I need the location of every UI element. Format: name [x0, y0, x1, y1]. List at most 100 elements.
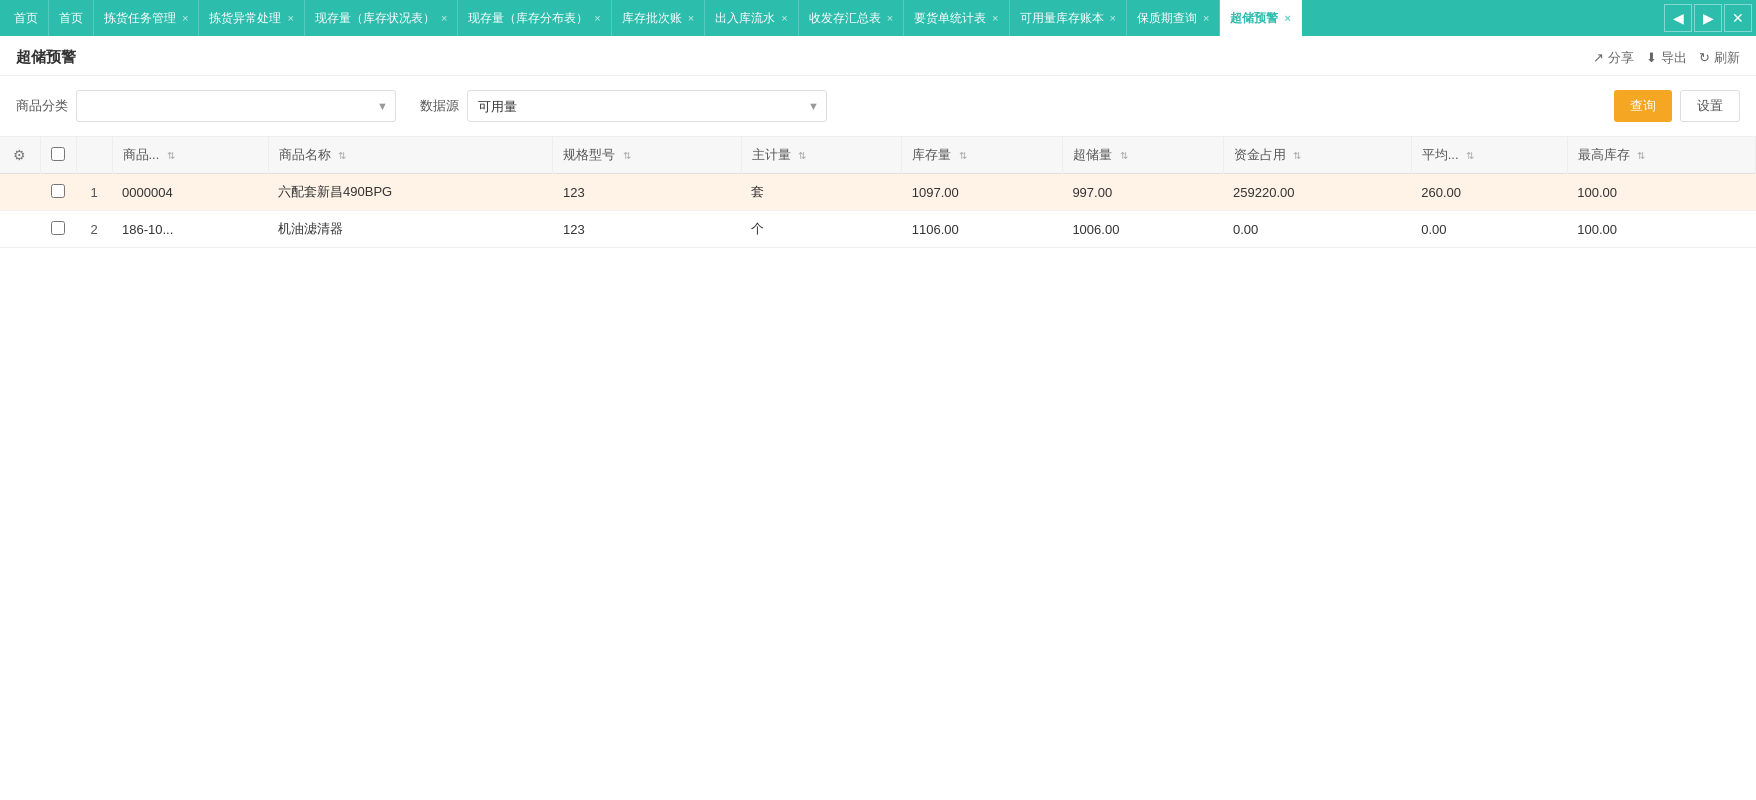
select-all-checkbox[interactable] [51, 147, 65, 161]
nav-prev-button[interactable]: ◀ [1664, 4, 1692, 32]
tab-order-stats[interactable]: 要货单统计表× [904, 0, 1009, 36]
sort-avg-icon: ⇅ [1466, 150, 1474, 161]
th-inventory[interactable]: 库存量 ⇅ [902, 137, 1063, 174]
tab-close-inout-flow[interactable]: × [781, 12, 787, 24]
page-container: 超储预警 ↗ 分享 ⬇ 导出 ↻ 刷新 商品分类 ▼ [0, 36, 1756, 800]
page-title: 超储预警 [16, 48, 76, 67]
column-settings-icon[interactable]: ⚙ [13, 147, 26, 163]
refresh-icon: ↻ [1699, 50, 1710, 65]
tab-expiry-check[interactable]: 保质期查询× [1127, 0, 1220, 36]
sort-unit-icon: ⇅ [798, 150, 806, 161]
tab-label-home: 首页 [59, 10, 83, 27]
page-actions: ↗ 分享 ⬇ 导出 ↻ 刷新 [1593, 49, 1740, 67]
tab-close-inventory-dist[interactable]: × [594, 12, 600, 24]
refresh-button[interactable]: ↻ 刷新 [1699, 49, 1740, 67]
row-overstock-0: 997.00 [1062, 174, 1223, 211]
tab-close-order-stats[interactable]: × [992, 12, 998, 24]
row-num-1: 2 [76, 211, 112, 248]
th-capital[interactable]: 资金占用 ⇅ [1223, 137, 1411, 174]
row-inventory-1: 1106.00 [902, 211, 1063, 248]
th-max-inventory-label: 最高库存 [1578, 147, 1630, 162]
query-button[interactable]: 查询 [1614, 90, 1672, 122]
sort-product-name-icon: ⇅ [338, 150, 346, 161]
tab-close-expiry-check[interactable]: × [1203, 12, 1209, 24]
tab-inout-flow[interactable]: 出入库流水 × [705, 0, 798, 36]
row-unit-0: 套 [741, 174, 902, 211]
th-settings: ⚙ [0, 137, 40, 174]
tab-close-batch-account[interactable]: × [688, 12, 694, 24]
row-checkbox-cell[interactable] [40, 174, 76, 211]
th-unit-label: 主计量 [752, 147, 791, 162]
tab-close-available-account[interactable]: × [1110, 12, 1116, 24]
tab-task-mgmt[interactable]: 拣货任务管理× [94, 0, 199, 36]
tab-label-collect-summary: 收发存汇总表 [809, 10, 881, 27]
export-label: 导出 [1661, 49, 1687, 67]
row-product-code-1: 186-10... [112, 211, 268, 248]
export-button[interactable]: ⬇ 导出 [1646, 49, 1687, 67]
tab-available-account[interactable]: 可用量库存账本× [1010, 0, 1127, 36]
tab-inventory-dist[interactable]: 现存量（库存分布表） × [458, 0, 611, 36]
row-capital-0: 259220.00 [1223, 174, 1411, 211]
row-inventory-0: 1097.00 [902, 174, 1063, 211]
share-icon: ↗ [1593, 50, 1604, 65]
row-avg-0: 260.00 [1411, 174, 1567, 211]
tab-collect-summary[interactable]: 收发存汇总表 × [799, 0, 904, 36]
sort-product-code-icon: ⇅ [167, 150, 175, 161]
sort-inventory-icon: ⇅ [959, 150, 967, 161]
tab-close-collect-summary[interactable]: × [887, 12, 893, 24]
th-overstock[interactable]: 超储量 ⇅ [1062, 137, 1223, 174]
category-select[interactable] [76, 90, 396, 122]
tab-label-inventory-status: 现存量（库存状况表） [315, 10, 435, 27]
row-checkbox-1[interactable] [51, 221, 65, 235]
sort-spec-icon: ⇅ [623, 150, 631, 161]
topbar-navigation: ◀ ▶ ✕ [1662, 4, 1752, 32]
page-header: 超储预警 ↗ 分享 ⬇ 导出 ↻ 刷新 [0, 36, 1756, 76]
settings-button[interactable]: 设置 [1680, 90, 1740, 122]
category-select-wrapper: ▼ [76, 90, 396, 122]
datasource-select[interactable]: 可用量 库存量 [467, 90, 827, 122]
th-avg[interactable]: 平均... ⇅ [1411, 137, 1567, 174]
sort-capital-icon: ⇅ [1293, 150, 1301, 161]
row-checkbox-0[interactable] [51, 184, 65, 198]
category-label: 商品分类 [16, 97, 68, 115]
row-num-0: 1 [76, 174, 112, 211]
filter-area: 商品分类 ▼ 数据源 可用量 库存量 ▼ 查询 设置 [0, 76, 1756, 137]
tab-close-task-mgmt[interactable]: × [182, 12, 188, 24]
th-product-name[interactable]: 商品名称 ⇅ [268, 137, 553, 174]
tab-abnormal[interactable]: 拣货异常处理 × [199, 0, 304, 36]
th-avg-label: 平均... [1422, 147, 1459, 162]
tab-inventory-status[interactable]: 现存量（库存状况表） × [305, 0, 458, 36]
tab-overstock-alert[interactable]: 超储预警× [1220, 0, 1301, 36]
th-max-inventory[interactable]: 最高库存 ⇅ [1567, 137, 1755, 174]
row-max-inventory-1: 100.00 [1567, 211, 1755, 248]
th-product-name-label: 商品名称 [279, 147, 331, 162]
table-body: 1 0000004 六配套新昌490BPG 123 套 1097.00 997.… [0, 174, 1756, 248]
topbar: 首页 首页拣货任务管理×拣货异常处理×现存量（库存状况表）×现存量（库存分布表）… [0, 0, 1756, 36]
tab-label-inventory-dist: 现存量（库存分布表） [468, 10, 588, 27]
th-unit[interactable]: 主计量 ⇅ [741, 137, 902, 174]
table-header-row: ⚙ 商品... ⇅ 商品名称 ⇅ 规格型号 [0, 137, 1756, 174]
data-table: ⚙ 商品... ⇅ 商品名称 ⇅ 规格型号 [0, 137, 1756, 248]
th-product-code[interactable]: 商品... ⇅ [112, 137, 268, 174]
tab-batch-account[interactable]: 库存批次账 × [612, 0, 705, 36]
share-button[interactable]: ↗ 分享 [1593, 49, 1634, 67]
th-spec[interactable]: 规格型号 ⇅ [553, 137, 741, 174]
tab-home-label: 首页 [14, 10, 38, 27]
th-product-code-label: 商品... [123, 147, 160, 162]
tab-label-batch-account: 库存批次账 [622, 10, 682, 27]
tab-label-inout-flow: 出入库流水 [715, 10, 775, 27]
tab-close-inventory-status[interactable]: × [441, 12, 447, 24]
row-max-inventory-0: 100.00 [1567, 174, 1755, 211]
table-row: 2 186-10... 机油滤清器 123 个 1106.00 1006.00 … [0, 211, 1756, 248]
th-checkbox [40, 137, 76, 174]
row-checkbox-cell[interactable] [40, 211, 76, 248]
datasource-filter-group: 数据源 可用量 库存量 ▼ [420, 90, 827, 122]
nav-next-button[interactable]: ▶ [1694, 4, 1722, 32]
nav-close-button[interactable]: ✕ [1724, 4, 1752, 32]
tab-close-abnormal[interactable]: × [287, 12, 293, 24]
tab-home[interactable]: 首页 [49, 0, 94, 36]
tab-label-abnormal: 拣货异常处理 [209, 10, 281, 27]
tab-home[interactable]: 首页 [4, 0, 49, 36]
row-capital-1: 0.00 [1223, 211, 1411, 248]
tab-close-overstock-alert[interactable]: × [1284, 12, 1290, 24]
